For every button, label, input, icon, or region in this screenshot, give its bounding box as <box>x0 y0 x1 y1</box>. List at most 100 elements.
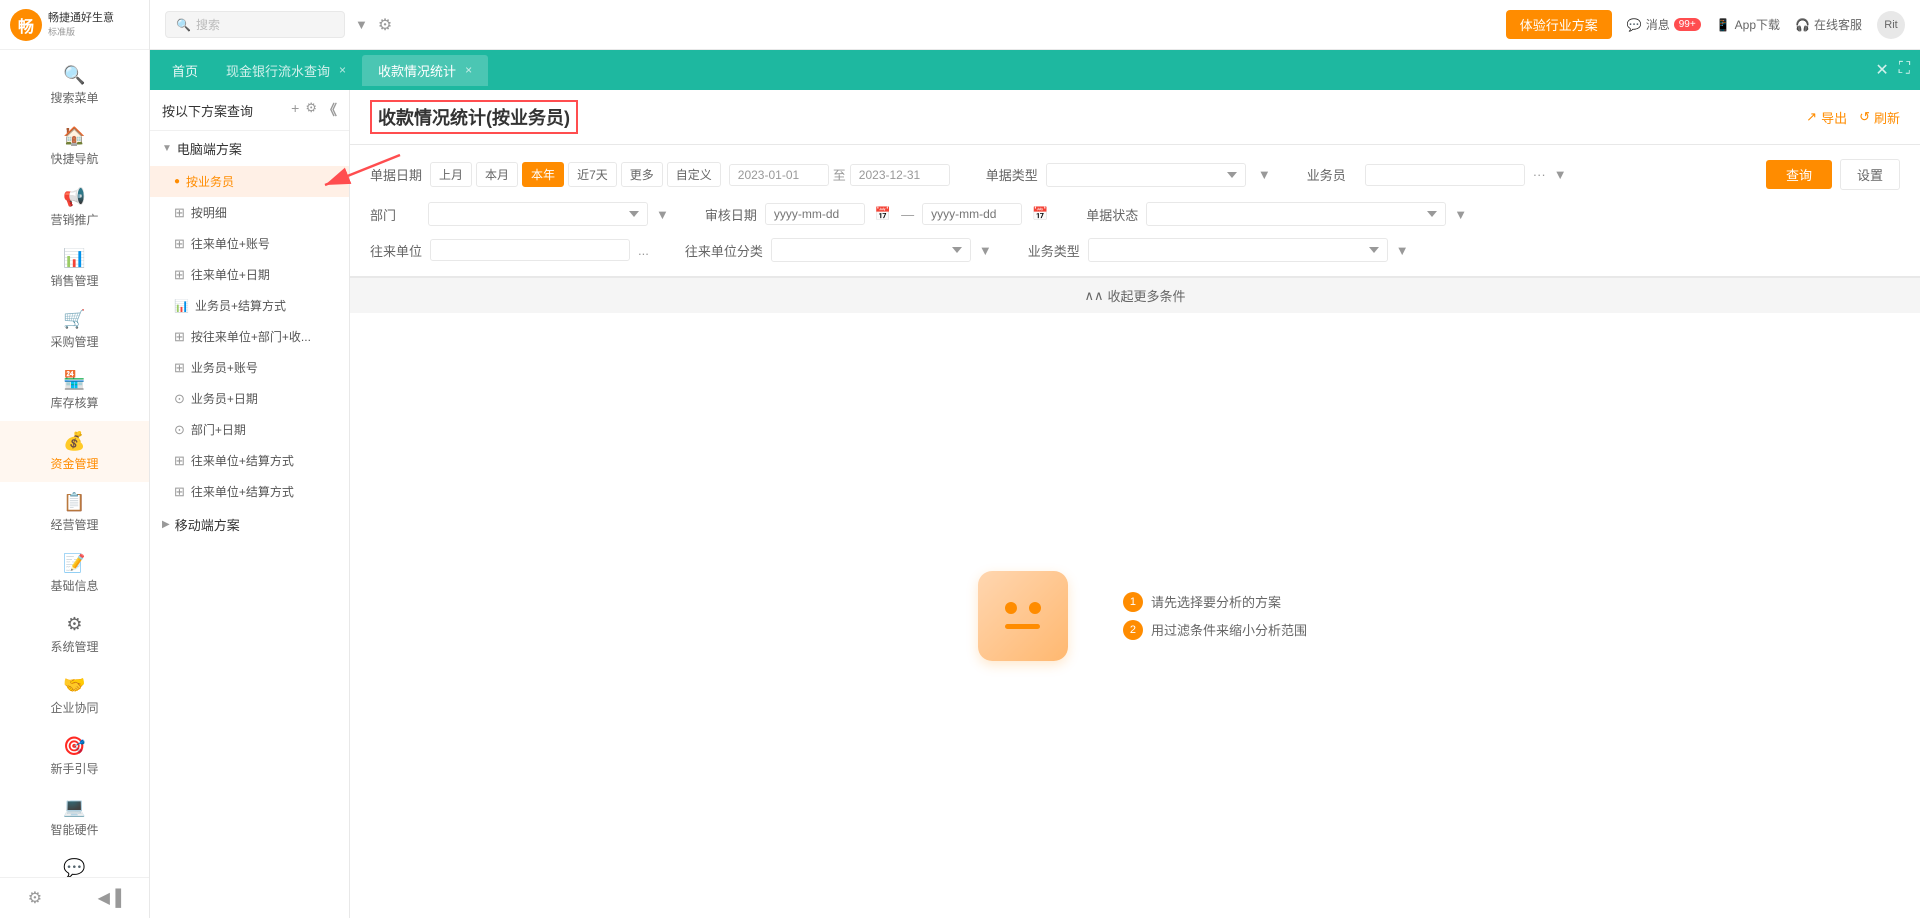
sidebar-item-quicknav[interactable]: 🏠 快捷导航 <box>0 116 149 177</box>
scheme-item-by-salesman[interactable]: ● 按业务员 <box>150 166 349 197</box>
scheme-group-mobile-title[interactable]: ▶ 移动端方案 <box>150 507 349 542</box>
salesman-input[interactable] <box>1365 164 1525 186</box>
tip-text-1: 请先选择要分析的方案 <box>1151 592 1281 611</box>
add-scheme-btn[interactable]: + <box>291 100 299 120</box>
tab-home-label: 首页 <box>172 61 198 80</box>
dept-select[interactable] <box>428 202 648 226</box>
gear-icon-header[interactable]: ⚙ <box>378 15 392 35</box>
review-calendar-icon: 📅 <box>875 206 891 222</box>
tab-cashflow-close[interactable]: × <box>339 63 346 77</box>
sidebar-item-hardware[interactable]: 💻 智能硬件 <box>0 787 149 848</box>
scheme-item-partner-settlement2[interactable]: ⊞ 往来单位+结算方式 <box>150 476 349 507</box>
partner-category-select[interactable] <box>771 238 971 262</box>
logo-icon: 畅 <box>10 9 42 41</box>
review-to-input[interactable] <box>922 203 1022 225</box>
export-btn[interactable]: ↗ 导出 <box>1806 108 1847 127</box>
partner-dept-icon: ⊞ <box>174 329 185 345</box>
query-button[interactable]: 查询 <box>1766 160 1832 189</box>
sidebar-item-wechat[interactable]: 💬 企业微信 <box>0 848 149 877</box>
trial-btn[interactable]: 体验行业方案 <box>1506 10 1612 39</box>
user-avatar[interactable]: Rit <box>1877 11 1905 39</box>
search-icon: 🔍 <box>63 65 85 86</box>
tab-bar-right: ✕ ⛶ <box>1875 60 1910 80</box>
settings-footer-icon[interactable]: ⚙ <box>28 888 42 908</box>
filter-row-2: 部门 ▼ 审核日期 📅 — 📅 <box>370 202 1900 226</box>
collapse-bar[interactable]: ∧∧ 收起更多条件 <box>350 277 1920 313</box>
sales-icon: 📊 <box>63 248 85 269</box>
refresh-btn[interactable]: ↺ 刷新 <box>1859 108 1900 127</box>
settings-scheme-btn[interactable]: ⚙ <box>305 100 317 120</box>
date-btn-thisyear[interactable]: 本年 <box>522 162 564 187</box>
sidebar-item-basicinfo[interactable]: 📝 基础信息 <box>0 543 149 604</box>
docstatus-select[interactable] <box>1146 202 1446 226</box>
doctype-select[interactable] <box>1046 163 1246 187</box>
scheme-item-partner-date[interactable]: ⊞ 往来单位+日期 <box>150 259 349 290</box>
tab-home[interactable]: 首页 <box>160 55 210 86</box>
tab-fullscreen-icon[interactable]: ⛶ <box>1899 60 1910 80</box>
partner-more-btn[interactable]: ... <box>638 243 649 258</box>
date-btn-lastmonth[interactable]: 上月 <box>430 162 472 187</box>
date-from-input[interactable] <box>729 164 829 186</box>
date-btn-custom[interactable]: 自定义 <box>667 162 721 187</box>
review-from-input[interactable] <box>765 203 865 225</box>
sidebar-item-marketing[interactable]: 📢 营销推广 <box>0 177 149 238</box>
scheme-item-salesman-settlement[interactable]: 📊 业务员+结算方式 <box>150 290 349 321</box>
collapse-footer-icon[interactable]: ◀▐ <box>98 888 122 908</box>
top-header: 🔍 搜索 ▼ ⚙ 体验行业方案 💬 消息 99+ 📱 App下载 🎧 <box>150 0 1920 50</box>
right-content: 收款情况统计(按业务员) ↗ 导出 ↺ 刷新 <box>350 90 1920 918</box>
scheme-item-salesman-label: 按业务员 <box>186 173 234 190</box>
scheme-item-partner-settlement2-label: 往来单位+结算方式 <box>191 483 294 500</box>
settings-button[interactable]: 设置 <box>1840 159 1900 190</box>
sidebar-item-inventory[interactable]: 🏪 库存核算 <box>0 360 149 421</box>
biztype-select[interactable] <box>1088 238 1388 262</box>
robot-eye-left <box>1005 602 1017 614</box>
partner-date-icon: ⊞ <box>174 267 185 283</box>
sidebar-item-newbie[interactable]: 🎯 新手引导 <box>0 726 149 787</box>
scheme-item-partner-settlement1[interactable]: ⊞ 往来单位+结算方式 <box>150 445 349 476</box>
docstatus-chevron: ▼ <box>1454 207 1467 222</box>
salesman-label: 业务员 <box>1307 165 1357 184</box>
filter-biztype: 业务类型 ▼ <box>1028 238 1409 262</box>
dropdown-icon[interactable]: ▼ <box>355 17 368 32</box>
partner-input[interactable] <box>430 239 630 261</box>
date-btn-more[interactable]: 更多 <box>621 162 663 187</box>
docstatus-label: 单据状态 <box>1086 205 1138 224</box>
purchase-icon: 🛒 <box>63 309 85 330</box>
scheme-item-partner-account[interactable]: ⊞ 往来单位+账号 <box>150 228 349 259</box>
scheme-item-partner-date-label: 往来单位+日期 <box>191 266 270 283</box>
scheme-item-salesman-account[interactable]: ⊞ 业务员+账号 <box>150 352 349 383</box>
header-search[interactable]: 🔍 搜索 <box>165 11 345 38</box>
tab-collection-close[interactable]: × <box>465 63 472 77</box>
scheme-item-dept-date[interactable]: ⊙ 部门+日期 <box>150 414 349 445</box>
app-download-action[interactable]: 📱 App下载 <box>1716 16 1780 33</box>
date-btn-7days[interactable]: 近7天 <box>568 162 617 187</box>
tab-cashflow[interactable]: 现金银行流水查询 × <box>210 55 362 86</box>
scheme-item-partner-dept-label: 按往来单位+部门+收... <box>191 328 311 345</box>
service-icon: 🎧 <box>1795 18 1810 32</box>
tab-close-all-icon[interactable]: ✕ <box>1875 60 1888 80</box>
online-service-action[interactable]: 🎧 在线客服 <box>1795 16 1862 33</box>
sidebar-item-finance[interactable]: 💰 资金管理 <box>0 421 149 482</box>
sidebar-item-management[interactable]: 📋 经营管理 <box>0 482 149 543</box>
left-panel-title: 按以下方案查询 <box>162 101 253 120</box>
sidebar-item-search-label: 搜索菜单 <box>50 89 98 106</box>
scheme-group-desktop-title[interactable]: ▼ 电脑端方案 <box>150 131 349 166</box>
newbie-icon: 🎯 <box>63 736 85 757</box>
filter-row-1: 单据日期 上月 本月 本年 近7天 更多 自定义 至 <box>370 159 1900 190</box>
message-action[interactable]: 💬 消息 99+ <box>1627 16 1701 33</box>
collapse-panel-btn[interactable]: 《 <box>323 100 337 120</box>
sidebar-item-search[interactable]: 🔍 搜索菜单 <box>0 55 149 116</box>
scheme-item-salesman-date[interactable]: ⊙ 业务员+日期 <box>150 383 349 414</box>
scheme-item-partner-dept[interactable]: ⊞ 按往来单位+部门+收... <box>150 321 349 352</box>
salesman-more-btn[interactable]: ··· <box>1533 167 1546 182</box>
sidebar-item-system[interactable]: ⚙ 系统管理 <box>0 604 149 665</box>
tab-collection[interactable]: 收款情况统计 × <box>362 55 488 86</box>
sidebar-item-purchase[interactable]: 🛒 采购管理 <box>0 299 149 360</box>
scheme-item-detail[interactable]: ⊞ 按明细 <box>150 197 349 228</box>
partner-label: 往来单位 <box>370 241 422 260</box>
date-btn-thismonth[interactable]: 本月 <box>476 162 518 187</box>
sidebar-item-sales[interactable]: 📊 销售管理 <box>0 238 149 299</box>
sidebar-item-enterprise[interactable]: 🤝 企业协同 <box>0 665 149 726</box>
salesman-date-icon: ⊙ <box>174 391 185 407</box>
date-to-input[interactable] <box>850 164 950 186</box>
